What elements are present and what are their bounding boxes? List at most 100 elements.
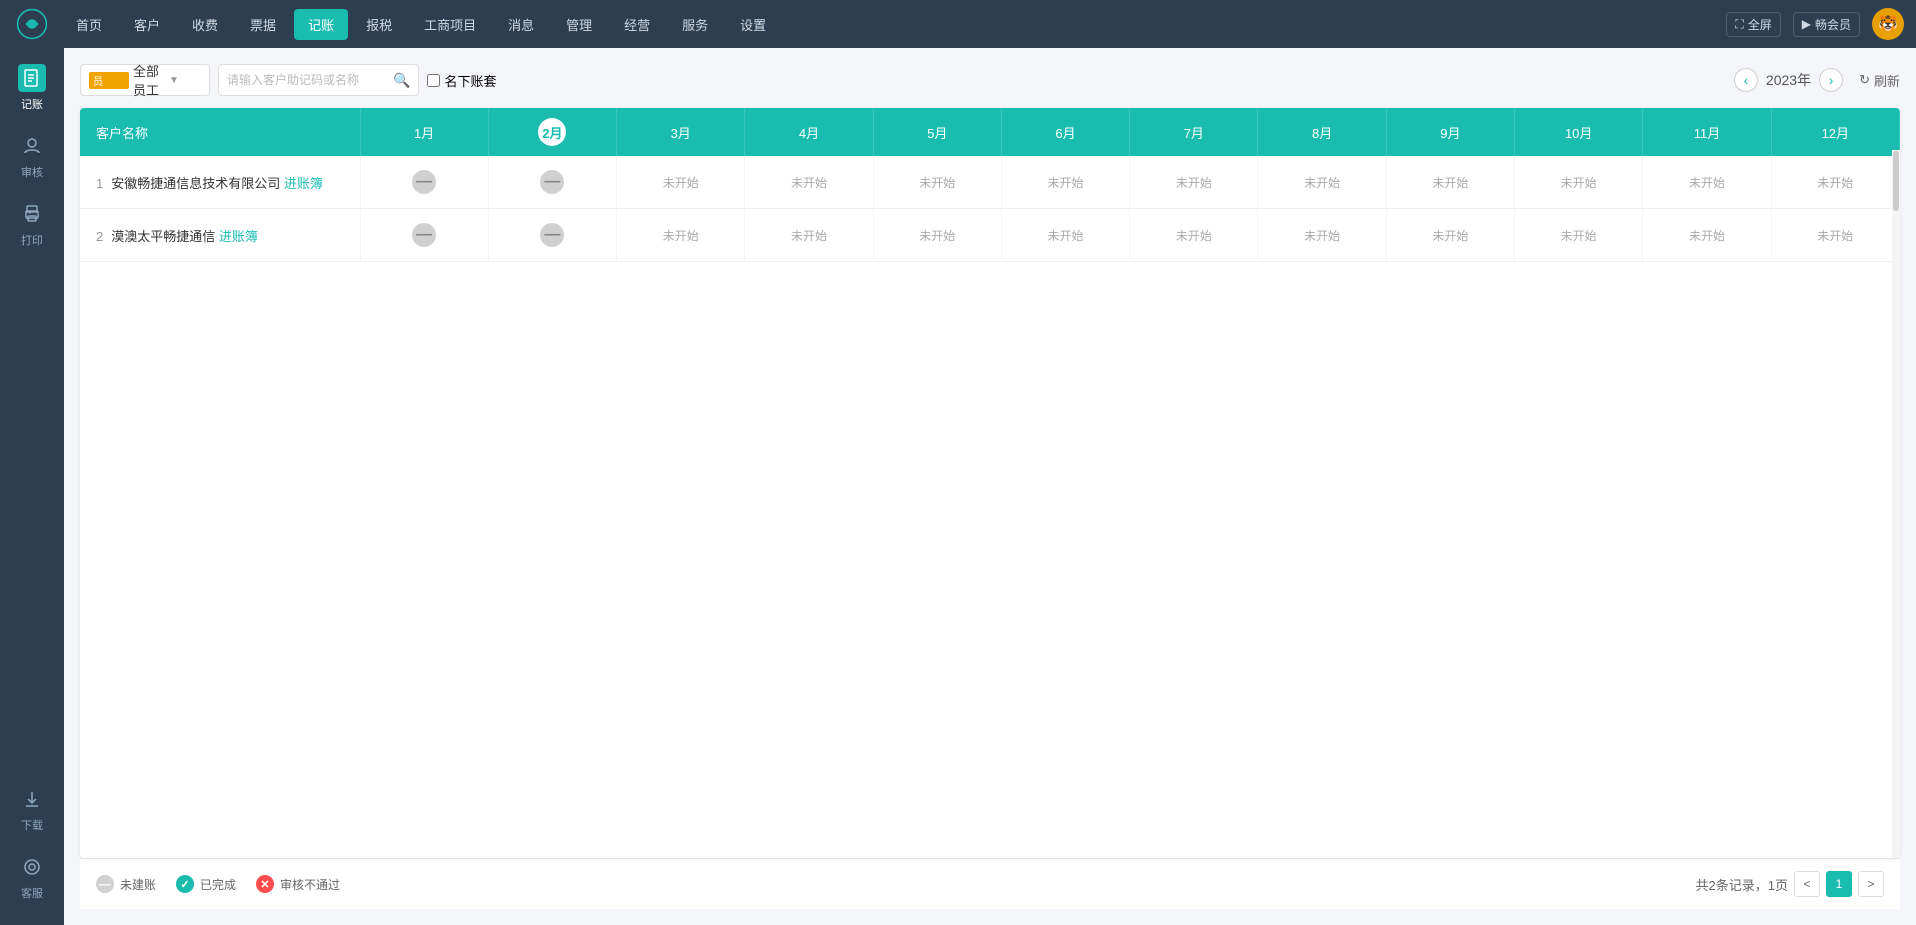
not-started-text: 未开始 — [919, 229, 955, 243]
legend-rejected-label: 审核不通过 — [280, 876, 340, 893]
nav-manage[interactable]: 管理 — [552, 9, 606, 40]
sidebar-item-download[interactable]: 下载 — [4, 777, 60, 841]
user-avatar[interactable]: 🐯 — [1872, 8, 1904, 40]
member-button[interactable]: ▶ 畅会员 — [1793, 12, 1860, 37]
support-icon — [18, 853, 46, 881]
nav-message[interactable]: 消息 — [494, 9, 548, 40]
download-icon — [18, 785, 46, 813]
sidebar-item-audit[interactable]: 审核 — [4, 124, 60, 188]
not-started-text: 未开始 — [1048, 176, 1084, 190]
col-header-jul: 7月 — [1130, 108, 1258, 156]
cell-month-8-row-0: 未开始 — [1386, 156, 1514, 209]
search-input-wrap: 🔍 — [218, 64, 419, 96]
nav-service[interactable]: 服务 — [668, 9, 722, 40]
data-table-container: 客户名称 1月 2月 3月 4月 5月 6月 7月 8月 9月 10月 11月 … — [80, 108, 1900, 858]
table-header-row: 客户名称 1月 2月 3月 4月 5月 6月 7月 8月 9月 10月 11月 … — [80, 108, 1900, 156]
status-dash-icon: — — [540, 223, 564, 247]
account-set-check[interactable] — [427, 74, 440, 87]
legend-teal-icon: ✓ — [180, 878, 189, 891]
toolbar: 员 全部员工 ▼ 🔍 名下账套 ‹ 2023年 › ↻ 刷新 — [80, 64, 1900, 96]
pagination: 共2条记录，1页 < 1 > — [1696, 871, 1884, 897]
nav-bookkeeping[interactable]: 记账 — [294, 9, 348, 40]
employee-select[interactable]: 员 全部员工 ▼ — [80, 64, 210, 96]
cell-month-4-row-1: 未开始 — [873, 209, 1001, 262]
sidebar-item-print[interactable]: 打印 — [4, 192, 60, 256]
legend-red-dot: ✕ — [256, 875, 274, 893]
not-started-text: 未开始 — [1176, 176, 1212, 190]
status-dash-icon: — — [540, 170, 564, 194]
not-started-text: 未开始 — [1304, 176, 1340, 190]
row-number: 1 — [96, 176, 103, 191]
search-icon[interactable]: 🔍 — [393, 72, 410, 89]
top-navigation: 首页 客户 收费 票据 记账 报税 工商项目 消息 管理 经营 服务 设置 ⛶ … — [0, 0, 1916, 48]
col-header-jan: 1月 — [360, 108, 488, 156]
sidebar-bookkeeping-label: 记账 — [21, 96, 43, 112]
nav-home[interactable]: 首页 — [62, 9, 116, 40]
fullscreen-button[interactable]: ⛶ 全屏 — [1726, 12, 1780, 37]
col-header-apr: 4月 — [745, 108, 873, 156]
search-input[interactable] — [227, 73, 387, 87]
cell-month-9-row-0: 未开始 — [1515, 156, 1643, 209]
scrollbar-thumb[interactable] — [1893, 151, 1899, 211]
nav-billing[interactable]: 收费 — [178, 9, 232, 40]
refresh-label: 刷新 — [1874, 71, 1900, 90]
cell-month-0-row-0: — — [360, 156, 488, 209]
not-started-text: 未开始 — [1561, 229, 1597, 243]
member-label: 畅会员 — [1815, 16, 1851, 33]
legend-completed-label: 已完成 — [200, 876, 236, 893]
cell-month-10-row-0: 未开始 — [1643, 156, 1771, 209]
not-started-text: 未开始 — [1432, 229, 1468, 243]
cell-month-1-row-1: — — [488, 209, 616, 262]
nav-tax[interactable]: 报税 — [352, 9, 406, 40]
prev-page-button[interactable]: < — [1794, 871, 1820, 897]
cell-month-0-row-1: — — [360, 209, 488, 262]
not-started-text: 未开始 — [663, 176, 699, 190]
legend-teal-dot: ✓ — [176, 875, 194, 893]
logo — [12, 4, 52, 44]
cell-month-8-row-1: 未开始 — [1386, 209, 1514, 262]
cell-month-9-row-1: 未开始 — [1515, 209, 1643, 262]
cell-month-6-row-0: 未开始 — [1130, 156, 1258, 209]
not-started-text: 未开始 — [1689, 176, 1725, 190]
page-1-button[interactable]: 1 — [1826, 871, 1852, 897]
pagination-total: 共2条记录，1页 — [1696, 875, 1788, 894]
nav-invoice[interactable]: 票据 — [236, 9, 290, 40]
nav-settings[interactable]: 设置 — [726, 9, 780, 40]
print-icon — [18, 200, 46, 228]
sidebar-bottom: 下载 客服 — [4, 777, 60, 925]
row-number: 2 — [96, 229, 103, 244]
next-page-button[interactable]: > — [1858, 871, 1884, 897]
play-icon: ▶ — [1802, 17, 1811, 31]
prev-year-button[interactable]: ‹ — [1734, 68, 1758, 92]
next-year-button[interactable]: › — [1819, 68, 1843, 92]
not-started-text: 未开始 — [1561, 176, 1597, 190]
legend-rejected: ✕ 审核不通过 — [256, 875, 340, 893]
account-set-checkbox[interactable]: 名下账套 — [427, 71, 496, 90]
sidebar-print-label: 打印 — [21, 232, 43, 248]
not-started-text: 未开始 — [1432, 176, 1468, 190]
scrollbar[interactable] — [1892, 150, 1900, 858]
enter-ledger-link[interactable]: 进账簿 — [219, 229, 258, 244]
refresh-button[interactable]: ↻ 刷新 — [1859, 71, 1900, 90]
cell-month-4-row-0: 未开始 — [873, 156, 1001, 209]
cell-month-2-row-1: 未开始 — [617, 209, 745, 262]
not-started-text: 未开始 — [1048, 229, 1084, 243]
bookkeeping-icon — [18, 64, 46, 92]
not-started-text: 未开始 — [1304, 229, 1340, 243]
nav-operation[interactable]: 经营 — [610, 9, 664, 40]
sidebar-item-bookkeeping[interactable]: 记账 — [4, 56, 60, 120]
nav-customer[interactable]: 客户 — [120, 9, 174, 40]
sidebar: 记账 审核 打印 — [0, 48, 64, 925]
nav-business[interactable]: 工商项目 — [410, 9, 490, 40]
col-header-may: 5月 — [873, 108, 1001, 156]
col-header-aug: 8月 — [1258, 108, 1386, 156]
content-area: 员 全部员工 ▼ 🔍 名下账套 ‹ 2023年 › ↻ 刷新 — [64, 48, 1916, 925]
current-month-badge: 2月 — [538, 118, 566, 146]
cell-name-1: 2漠澳太平畅捷通信 进账簿 — [80, 209, 360, 262]
sidebar-item-support[interactable]: 客服 — [4, 845, 60, 909]
col-header-jun: 6月 — [1001, 108, 1129, 156]
legend-completed: ✓ 已完成 — [176, 875, 236, 893]
enter-ledger-link[interactable]: 进账簿 — [284, 176, 323, 191]
cell-month-2-row-0: 未开始 — [617, 156, 745, 209]
cell-name-0: 1安徽畅捷通信息技术有限公司 进账簿 — [80, 156, 360, 209]
